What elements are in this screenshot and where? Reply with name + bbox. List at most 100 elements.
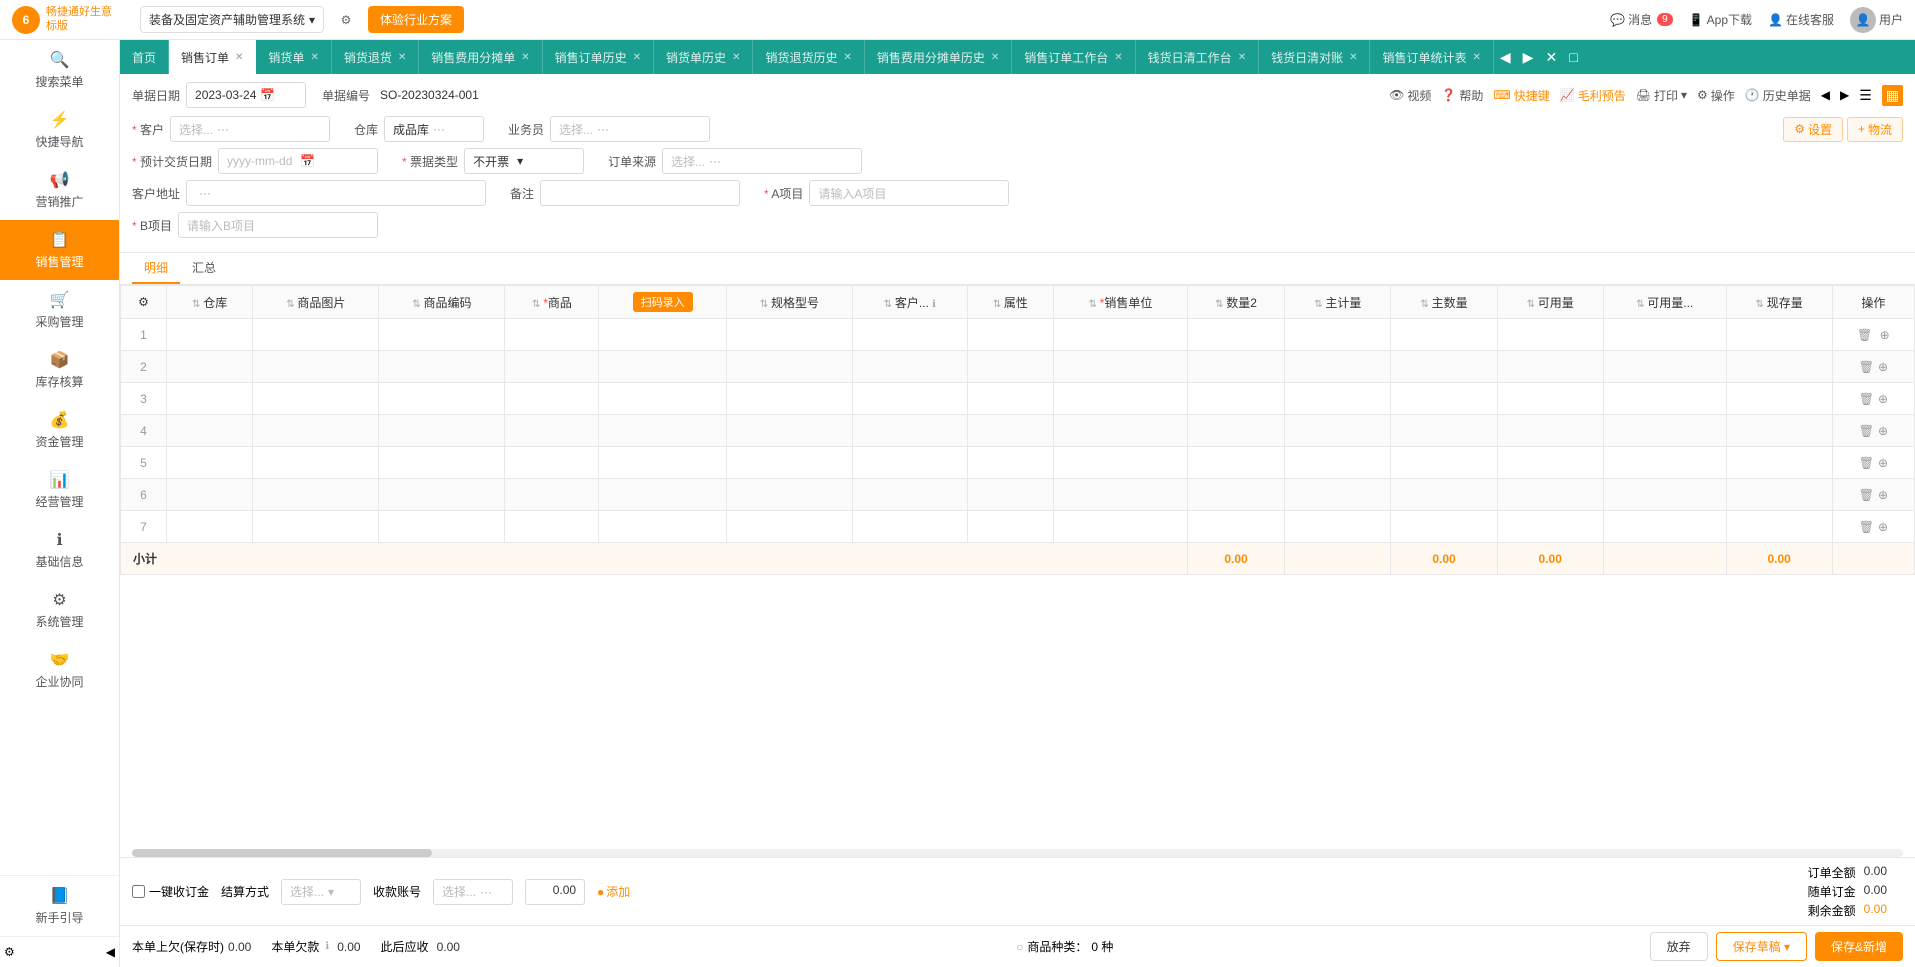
row-product-name-1[interactable]: [505, 319, 599, 351]
tab-expense-history[interactable]: 销售费用分摊单历史 ✕: [865, 40, 1012, 74]
delete-icon[interactable]: 🗑: [1859, 424, 1874, 438]
sidebar-item-marketing[interactable]: 📢 营销推广: [0, 160, 119, 220]
col-settings[interactable]: ⚙: [121, 286, 167, 319]
prev-record-btn[interactable]: ◀: [1821, 88, 1830, 102]
delete-icon[interactable]: 🗑: [1859, 488, 1874, 502]
copy-icon[interactable]: ⊕: [1878, 456, 1888, 470]
close-icon[interactable]: ✕: [235, 52, 243, 63]
operate-btn[interactable]: ⚙ 操作: [1697, 87, 1735, 104]
app-download-btn[interactable]: 📱 App下载: [1689, 11, 1752, 28]
row-available2-1[interactable]: [1603, 319, 1726, 351]
sidebar-item-inventory[interactable]: 📦 库存核算: [0, 340, 119, 400]
tab-detail[interactable]: 明细: [132, 253, 180, 284]
payment-select[interactable]: 选择... ▾: [281, 879, 361, 905]
row-attributes-1[interactable]: [967, 319, 1053, 351]
delete-icon[interactable]: 🗑: [1859, 456, 1874, 470]
row-sales-unit-1[interactable]: [1054, 319, 1188, 351]
invoice-type-select[interactable]: 不开票 ▾: [464, 148, 584, 174]
tab-expand-btn[interactable]: □: [1563, 49, 1583, 65]
discard-btn[interactable]: 放弃: [1650, 932, 1708, 961]
notification-btn[interactable]: 💬 消息 9: [1610, 11, 1673, 28]
row-main-unit-1[interactable]: [1285, 319, 1391, 351]
copy-icon[interactable]: ⊕: [1878, 424, 1888, 438]
sidebar-item-guide[interactable]: 📘 新手引导: [0, 875, 119, 936]
row-main-quantity-1[interactable]: [1391, 319, 1497, 351]
sidebar-item-search[interactable]: 🔍 搜索菜单: [0, 40, 119, 100]
sidebar-item-operations[interactable]: 📊 经营管理: [0, 460, 119, 520]
row-product-image-1[interactable]: [253, 319, 379, 351]
delete-icon[interactable]: 🗑: [1857, 328, 1872, 342]
settings-bottom-icon[interactable]: ⚙: [4, 945, 15, 959]
customer-input[interactable]: 选择... ···: [170, 116, 330, 142]
sidebar-item-shortcuts[interactable]: ⚡ 快捷导航: [0, 100, 119, 160]
doc-date-input[interactable]: 2023-03-24 📅: [186, 82, 306, 108]
sidebar-item-purchase[interactable]: 🛒 采购管理: [0, 280, 119, 340]
close-icon[interactable]: ✕: [1238, 52, 1246, 63]
tab-sales-return-history[interactable]: 销货退货历史 ✕: [753, 40, 864, 74]
table-scrollbar[interactable]: [132, 849, 1903, 857]
history-btn[interactable]: 🕐 历史单据: [1745, 87, 1811, 104]
online-service-btn[interactable]: 👤 在线客服: [1768, 11, 1834, 28]
scan-input-btn[interactable]: 扫码录入: [633, 292, 693, 312]
sidebar-item-enterprise[interactable]: 🤝 企业协同: [0, 640, 119, 700]
tab-sales-order-history[interactable]: 销售订单历史 ✕: [543, 40, 654, 74]
row-current-stock-1[interactable]: [1726, 319, 1832, 351]
close-icon[interactable]: ✕: [1114, 52, 1122, 63]
settings-right-btn[interactable]: ⚙ 设置: [1783, 117, 1843, 142]
row-spec-1[interactable]: [726, 319, 852, 351]
col-main-unit[interactable]: 主计量: [1285, 286, 1391, 319]
add-goods-btn[interactable]: + 物流: [1847, 117, 1903, 142]
row-available-1[interactable]: [1497, 319, 1603, 351]
tab-home[interactable]: 首页: [120, 40, 169, 74]
tab-sales-receipt-history[interactable]: 销货单历史 ✕: [654, 40, 753, 74]
system-selector[interactable]: 装备及固定资产辅助管理系统 ▾: [140, 6, 324, 33]
tab-order-workbench[interactable]: 销售订单工作台 ✕: [1012, 40, 1135, 74]
tab-sales-order[interactable]: 销售订单 ✕: [169, 40, 256, 74]
help-btn[interactable]: ❓ 帮助: [1441, 87, 1483, 104]
close-icon[interactable]: ✕: [843, 52, 851, 63]
warehouse-input[interactable]: 成品库 ···: [384, 116, 484, 142]
col-main-quantity[interactable]: 主数量: [1391, 286, 1497, 319]
col-warehouse[interactable]: 仓库: [166, 286, 252, 319]
col-spec-model[interactable]: 规格型号: [726, 286, 852, 319]
col-current-stock[interactable]: 现存量: [1726, 286, 1832, 319]
col-available[interactable]: 可用量: [1497, 286, 1603, 319]
close-icon[interactable]: ✕: [521, 52, 529, 63]
col-product-code[interactable]: 商品编码: [379, 286, 505, 319]
close-icon[interactable]: ✕: [1473, 52, 1481, 63]
add-btn[interactable]: ● 添加: [597, 883, 630, 900]
copy-icon[interactable]: ⊕: [1878, 360, 1888, 374]
sidebar-item-finance[interactable]: 💰 资金管理: [0, 400, 119, 460]
next-record-btn[interactable]: ▶: [1840, 88, 1849, 102]
tab-daily-workbench[interactable]: 钱货日清工作台 ✕: [1136, 40, 1259, 74]
list-view-btn[interactable]: ☰: [1859, 87, 1872, 104]
grid-view-btn[interactable]: ▦: [1882, 85, 1903, 106]
tab-summary[interactable]: 汇总: [180, 253, 228, 284]
view-btn[interactable]: 👁 视频: [1389, 87, 1431, 104]
one-click-checkbox[interactable]: [132, 885, 145, 898]
close-icon[interactable]: ✕: [398, 52, 406, 63]
copy-icon[interactable]: ⊕: [1880, 328, 1890, 342]
col-available2[interactable]: 可用量...: [1603, 286, 1726, 319]
row-warehouse-1[interactable]: [166, 319, 252, 351]
col-scan[interactable]: 扫码录入: [599, 286, 726, 319]
close-icon[interactable]: ✕: [732, 52, 740, 63]
tab-next-btn[interactable]: ▶: [1517, 49, 1540, 66]
profit-btn[interactable]: 📈 毛利预告: [1560, 87, 1626, 104]
user-btn[interactable]: 👤 用户: [1850, 7, 1903, 33]
scrollbar-thumb[interactable]: [132, 849, 432, 857]
delete-icon[interactable]: 🗑: [1859, 520, 1874, 534]
solution-btn[interactable]: 体验行业方案: [368, 6, 464, 33]
table-scroll[interactable]: ⚙ 仓库 商品图片 商品编码 *商品: [120, 285, 1915, 849]
copy-icon[interactable]: ⊕: [1878, 392, 1888, 406]
copy-icon[interactable]: ⊕: [1878, 488, 1888, 502]
close-icon[interactable]: ✕: [310, 52, 318, 63]
customer-addr-input[interactable]: ···: [186, 180, 486, 206]
tab-stats[interactable]: 销售订单统计表 ✕: [1370, 40, 1493, 74]
row-product-code-1[interactable]: [379, 319, 505, 351]
row-quantity2-1[interactable]: [1187, 319, 1284, 351]
tab-sales-receipt[interactable]: 销货单 ✕: [256, 40, 331, 74]
sidebar-item-system[interactable]: ⚙ 系统管理: [0, 580, 119, 640]
account-select[interactable]: 选择... ···: [433, 879, 513, 905]
col-quantity2[interactable]: 数量2: [1187, 286, 1284, 319]
